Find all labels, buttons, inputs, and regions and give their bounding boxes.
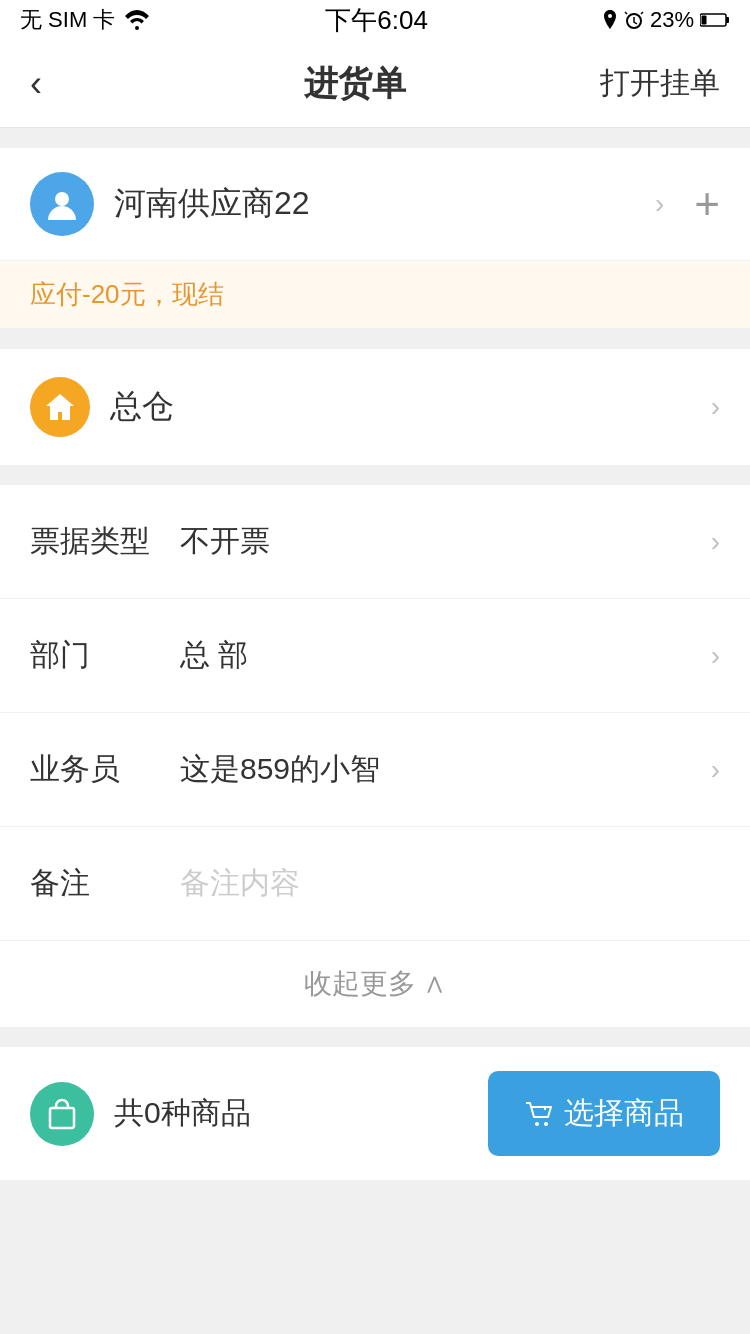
status-time: 下午6:04 (325, 3, 428, 38)
svg-point-4 (55, 192, 69, 206)
sales-row[interactable]: 业务员 这是859的小智 › (0, 713, 750, 827)
supplier-avatar (30, 172, 94, 236)
product-count: 共0种商品 (114, 1093, 488, 1134)
svg-rect-2 (726, 17, 729, 23)
battery-icon (700, 12, 730, 28)
status-right: 23% (602, 7, 730, 33)
svg-point-6 (535, 1122, 539, 1126)
bottom-section: 共0种商品 选择商品 (0, 1047, 750, 1180)
alarm-icon (624, 10, 644, 30)
select-product-label: 选择商品 (564, 1093, 684, 1134)
supplier-name: 河南供应商22 (114, 182, 655, 226)
nav-bar: ‹ 进货单 打开挂单 (0, 40, 750, 128)
select-product-button[interactable]: 选择商品 (488, 1071, 720, 1156)
sales-label: 业务员 (30, 749, 150, 790)
dept-label: 部门 (30, 635, 150, 676)
warehouse-label: 总仓 (110, 385, 711, 429)
sales-chevron-icon: › (711, 754, 720, 786)
remark-input[interactable]: 备注内容 (150, 863, 720, 904)
dept-value: 总 部 (150, 635, 711, 676)
warehouse-row[interactable]: 总仓 › (0, 349, 750, 465)
bag-icon (44, 1096, 80, 1132)
back-button[interactable]: ‹ (30, 63, 110, 105)
warehouse-chevron-icon: › (711, 391, 720, 423)
page-title: 进货单 (304, 61, 406, 107)
sales-value: 这是859的小智 (150, 749, 711, 790)
add-supplier-button[interactable]: + (694, 182, 720, 226)
supplier-row[interactable]: 河南供应商22 › + (0, 148, 750, 261)
person-icon (44, 186, 80, 222)
invoice-chevron-icon: › (711, 526, 720, 558)
remark-label: 备注 (30, 863, 150, 904)
house-icon (43, 390, 77, 424)
warehouse-icon-circle (30, 377, 90, 437)
collapse-label: 收起更多 ∧ (304, 965, 447, 1003)
form-section: 票据类型 不开票 › 部门 总 部 › 业务员 这是859的小智 › 备注 备注… (0, 485, 750, 1027)
section-gap-2 (0, 329, 750, 349)
wifi-icon (123, 10, 151, 30)
remark-row[interactable]: 备注 备注内容 (0, 827, 750, 940)
dept-chevron-icon: › (711, 640, 720, 672)
status-bar: 无 SIM 卡 下午6:04 23% (0, 0, 750, 40)
invoice-value: 不开票 (150, 521, 711, 562)
sim-label: 无 SIM 卡 (20, 5, 115, 35)
invoice-label: 票据类型 (30, 521, 150, 562)
cart-icon (524, 1101, 554, 1127)
section-gap-1 (0, 128, 750, 148)
invoice-row[interactable]: 票据类型 不开票 › (0, 485, 750, 599)
status-left: 无 SIM 卡 (20, 5, 151, 35)
location-icon (602, 10, 618, 30)
open-pending-button[interactable]: 打开挂单 (600, 63, 720, 104)
svg-rect-5 (50, 1108, 74, 1128)
collapse-bar[interactable]: 收起更多 ∧ (0, 940, 750, 1027)
supplier-notice: 应付-20元，现结 (0, 261, 750, 329)
dept-row[interactable]: 部门 总 部 › (0, 599, 750, 713)
product-icon-circle (30, 1082, 94, 1146)
svg-point-7 (544, 1122, 548, 1126)
svg-rect-3 (702, 16, 707, 25)
battery-text: 23% (650, 7, 694, 33)
supplier-section: 河南供应商22 › + 应付-20元，现结 (0, 148, 750, 329)
supplier-chevron-icon: › (655, 188, 664, 220)
